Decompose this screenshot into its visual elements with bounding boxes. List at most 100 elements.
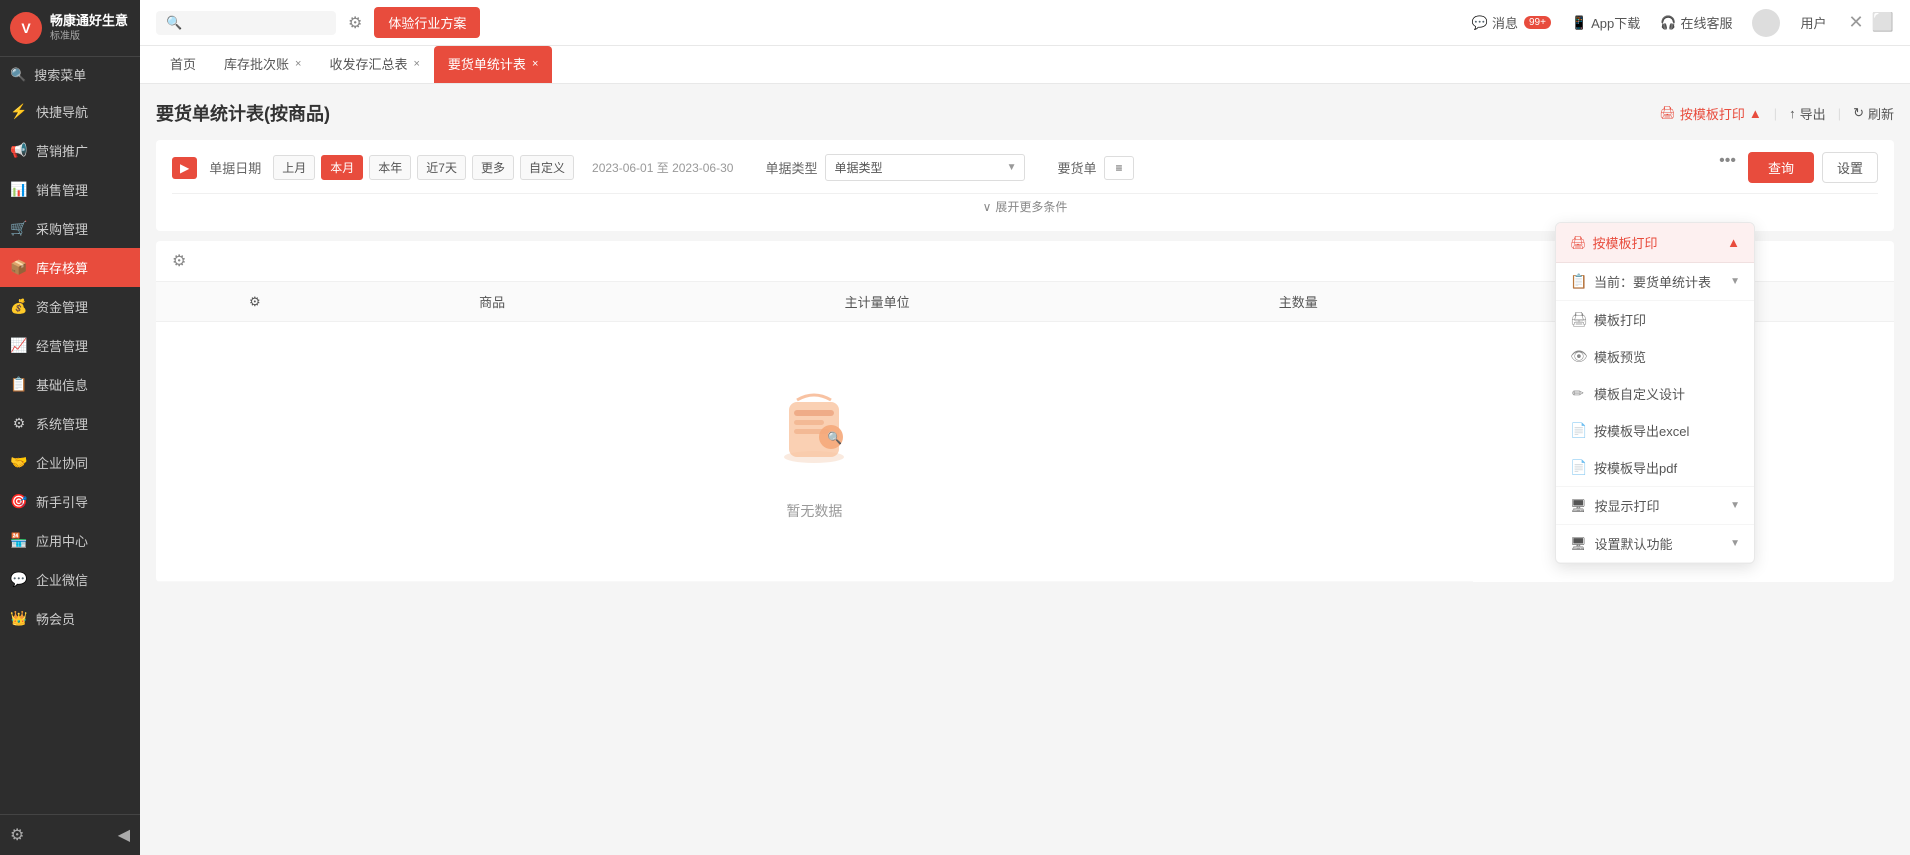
nav-icon-quick-nav: ⚡ bbox=[10, 103, 28, 120]
order-type-filter: 单据类型 单据类型 ▼ bbox=[765, 154, 1025, 181]
filter-row-1: ▶ 单据日期 上月本月本年近7天更多自定义 2023-06-01 至 2023-… bbox=[172, 152, 1878, 183]
nav-label-inventory: 库存核算 bbox=[36, 258, 88, 277]
user-avatar[interactable] bbox=[1752, 9, 1780, 37]
tab-close-receipt_summary[interactable]: × bbox=[413, 58, 419, 70]
tab-home[interactable]: 首页 bbox=[156, 46, 210, 83]
goods-filter-extra[interactable]: ≡ bbox=[1104, 156, 1133, 180]
tab-receipt_summary[interactable]: 收发存汇总表 × bbox=[315, 46, 433, 83]
dropdown-item-template_excel[interactable]: 📄按模板导出excel bbox=[1556, 412, 1754, 449]
group-label-display_print: 按显示打印 bbox=[1595, 496, 1660, 515]
dropdown-item-template_pdf[interactable]: 📄按模板导出pdf bbox=[1556, 449, 1754, 486]
goods-filter-label: 要货单 bbox=[1057, 158, 1096, 177]
tab-close-inventory_batch[interactable]: × bbox=[295, 58, 301, 70]
sidebar-item-basic[interactable]: 📋基础信息 bbox=[0, 365, 140, 404]
date-btn-3[interactable]: 近7天 bbox=[417, 155, 466, 180]
sidebar-item-appstore[interactable]: 🏪 应用中心 bbox=[0, 521, 140, 560]
dropdown-current-template[interactable]: 📋 当前：要货单统计表 ▼ bbox=[1556, 263, 1754, 300]
dropdown-group-display_print[interactable]: 🖥按显示打印▼ bbox=[1556, 487, 1754, 524]
app-download-item[interactable]: 📱 App下载 bbox=[1571, 13, 1640, 32]
search-bar[interactable]: 🔍 bbox=[156, 11, 336, 35]
window-maximize-icon[interactable]: ⬜ bbox=[1872, 12, 1894, 33]
settings-button[interactable]: 设置 bbox=[1822, 152, 1878, 183]
refresh-button[interactable]: ↻ 刷新 bbox=[1853, 104, 1894, 123]
search-icon: 🔍 bbox=[10, 67, 26, 83]
dropdown-close-arrow[interactable]: ▲ bbox=[1727, 235, 1740, 250]
nav-label-sales: 销售管理 bbox=[36, 180, 88, 199]
sidebar-item-quick-nav[interactable]: ⚡快捷导航 bbox=[0, 92, 140, 131]
collapse-icon[interactable]: ◀ bbox=[118, 825, 130, 845]
tab-label-home: 首页 bbox=[170, 54, 196, 73]
print-label: 按模板打印 bbox=[1680, 104, 1745, 123]
template-print-button[interactable]: 🖨 按模板打印 ▲ bbox=[1659, 104, 1761, 123]
sidebar-item-wechat[interactable]: 💬企业微信 bbox=[0, 560, 140, 599]
tab-order_stat[interactable]: 要货单统计表 × bbox=[434, 46, 552, 83]
date-btn-0[interactable]: 上月 bbox=[273, 155, 315, 180]
dropdown-item-template_design[interactable]: ✏模板自定义设计 bbox=[1556, 375, 1754, 412]
search-input[interactable] bbox=[188, 16, 308, 30]
nav-label-appstore: 应用中心 bbox=[36, 531, 88, 550]
filter-expand-button[interactable]: ▶ bbox=[172, 157, 197, 179]
notification-item[interactable]: 💬 消息 99+ bbox=[1472, 13, 1551, 32]
date-picker-group: 上月本月本年近7天更多自定义 bbox=[273, 155, 574, 180]
dropdown-header-left: 🖨 按模板打印 bbox=[1570, 233, 1658, 252]
sidebar-bottom: ⚙ ◀ bbox=[0, 814, 140, 855]
search-menu-item[interactable]: 🔍 搜索菜单 bbox=[0, 57, 140, 92]
app-logo-text: 畅康通好生意 标准版 bbox=[50, 12, 128, 44]
more-options-icon[interactable]: ••• bbox=[1719, 152, 1736, 183]
date-btn-4[interactable]: 更多 bbox=[472, 155, 514, 180]
tab-close-order_stat[interactable]: × bbox=[532, 58, 538, 70]
col-settings-icon[interactable]: ⚙ bbox=[249, 294, 261, 309]
sidebar-item-purchase[interactable]: 🛒采购管理 bbox=[0, 209, 140, 248]
tab-inventory_batch[interactable]: 库存批次账 × bbox=[210, 46, 315, 83]
table-settings-icon[interactable]: ⚙ bbox=[172, 251, 186, 271]
dropdown-groups-list: 🖥按显示打印▼ 🖥设置默认功能 ▼ bbox=[1556, 487, 1754, 563]
nav-icon-wechat: 💬 bbox=[10, 571, 28, 588]
sidebar-item-system[interactable]: ⚙系统管理 bbox=[0, 404, 140, 443]
sidebar-item-marketing[interactable]: 📢营销推广 bbox=[0, 131, 140, 170]
sidebar-item-vip[interactable]: 👑畅会员 bbox=[0, 599, 140, 638]
group-label-set_default: 设置默认功能 bbox=[1595, 534, 1673, 553]
order-type-select[interactable]: 单据类型 ▼ bbox=[825, 154, 1025, 181]
brand-name: 畅康通好生意 bbox=[50, 12, 128, 30]
export-button[interactable]: ↑ 导出 bbox=[1789, 104, 1826, 123]
dropdown-item-template_preview[interactable]: 👁模板预览 bbox=[1556, 338, 1754, 375]
tab-label-receipt_summary: 收发存汇总表 bbox=[329, 54, 407, 73]
group-arrow-set_default: ▼ bbox=[1730, 538, 1740, 549]
sidebar-item-enterprise[interactable]: 🤝企业协同 bbox=[0, 443, 140, 482]
page-content: 要货单统计表(按商品) 🖨 按模板打印 ▲ | ↑ 导出 | ↻ 刷新 bbox=[140, 84, 1910, 855]
sidebar-item-finance[interactable]: 💰资金管理 bbox=[0, 287, 140, 326]
window-close-icon[interactable]: ✕ bbox=[1848, 12, 1863, 33]
nav-label-system: 系统管理 bbox=[36, 414, 88, 433]
dropdown-group-set_default[interactable]: 🖥设置默认功能 ▼ bbox=[1556, 525, 1754, 562]
sidebar-item-inventory[interactable]: 📦 库存核算 bbox=[0, 248, 140, 287]
nav-icon-appstore: 🏪 bbox=[10, 532, 28, 549]
expand-more-row[interactable]: ∨ 展开更多条件 bbox=[172, 193, 1878, 219]
tab-bar: 首页 库存批次账 × 收发存汇总表 × 要货单统计表 × bbox=[140, 46, 1910, 84]
nav-icon-purchase: 🛒 bbox=[10, 220, 28, 237]
dropdown-item-template_print[interactable]: 🖨模板打印 bbox=[1556, 301, 1754, 338]
label-template_design: 模板自定义设计 bbox=[1594, 384, 1685, 403]
date-btn-5[interactable]: 自定义 bbox=[520, 155, 574, 180]
sidebar-item-operation[interactable]: 📈经营管理 bbox=[0, 326, 140, 365]
nav-icon-basic: 📋 bbox=[10, 376, 28, 393]
nav-label-guide: 新手引导 bbox=[36, 492, 88, 511]
group-left-set_default: 🖥设置默认功能 bbox=[1570, 534, 1673, 553]
icon-template_excel: 📄 bbox=[1570, 422, 1586, 439]
sidebar-item-sales[interactable]: 📊销售管理 bbox=[0, 170, 140, 209]
date-btn-1[interactable]: 本月 bbox=[321, 155, 363, 180]
settings-icon[interactable]: ⚙ bbox=[10, 825, 24, 845]
label-template_pdf: 按模板导出pdf bbox=[1594, 458, 1677, 477]
query-button[interactable]: 查询 bbox=[1748, 152, 1814, 183]
date-btn-2[interactable]: 本年 bbox=[369, 155, 411, 180]
order-type-label: 单据类型 bbox=[765, 158, 817, 177]
industry-solution-button[interactable]: 体验行业方案 bbox=[374, 7, 480, 38]
tab-label-order_stat: 要货单统计表 bbox=[448, 54, 526, 73]
sidebar-item-guide[interactable]: 🎯新手引导 bbox=[0, 482, 140, 521]
nav-icon-inventory: 📦 bbox=[10, 259, 28, 276]
online-support-item[interactable]: 🎧 在线客服 bbox=[1660, 13, 1732, 32]
current-template-label: 当前：要货单统计表 bbox=[1594, 272, 1711, 291]
empty-illustration: 🔍 bbox=[769, 382, 859, 472]
settings-gear-icon[interactable]: ⚙ bbox=[348, 13, 362, 33]
filter-bar: ▶ 单据日期 上月本月本年近7天更多自定义 2023-06-01 至 2023-… bbox=[156, 140, 1894, 231]
tab-label-inventory_batch: 库存批次账 bbox=[224, 54, 289, 73]
